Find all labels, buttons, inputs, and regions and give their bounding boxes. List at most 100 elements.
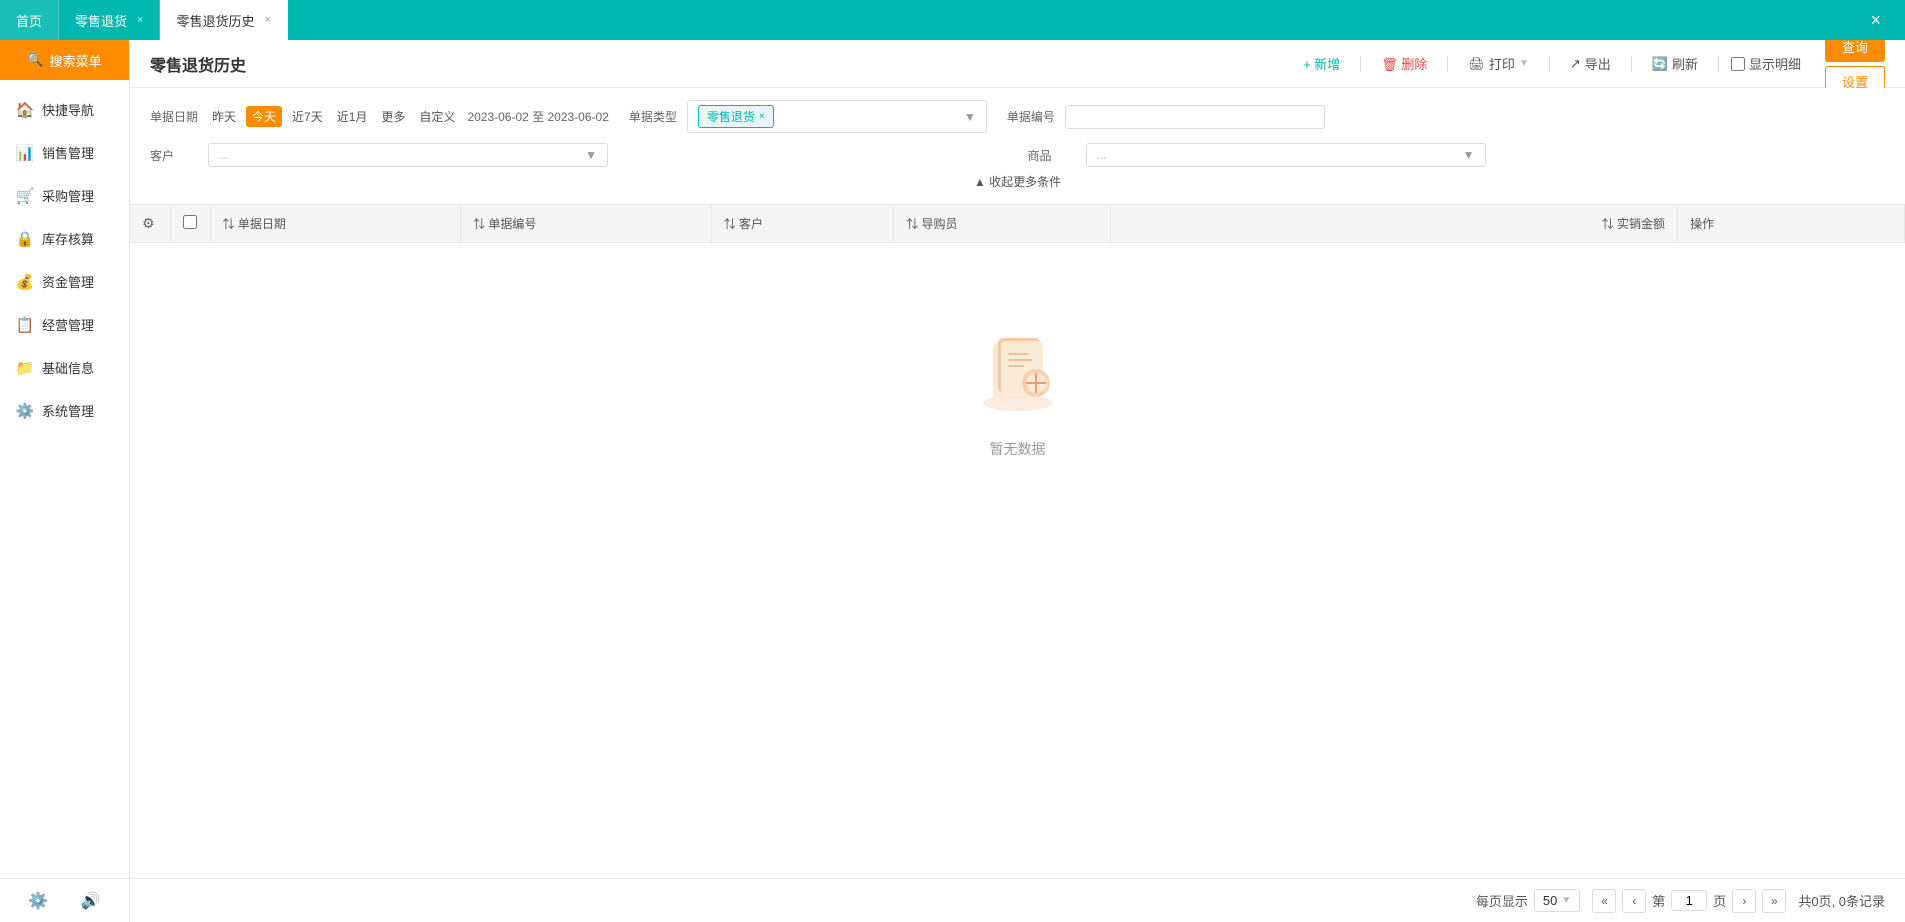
show-detail-label: 显示明细 — [1749, 54, 1801, 73]
table-header-row: ⚙ ⇅ 单据日期 ⇅ 单据编号 ⇅ 客户 — [130, 205, 1905, 243]
print-icon: 🖨 — [1468, 56, 1485, 72]
tag-label: 零售退货 — [707, 108, 755, 125]
search-icon: 🔍 — [27, 52, 43, 68]
sidebar-item-system-mgmt[interactable]: ⚙️ 系统管理 — [0, 389, 129, 432]
basic-info-icon: 📁 — [16, 359, 34, 377]
collapse-button[interactable]: ▲ 收起更多条件 — [150, 167, 1885, 192]
last-page-button[interactable]: » — [1762, 889, 1786, 913]
goods-filter-label: 商品 — [1028, 147, 1078, 164]
th-date[interactable]: ⇅ 单据日期 — [210, 205, 461, 243]
type-tag-retail-return: 零售退货 × — [698, 105, 774, 128]
show-detail-checkbox-group: 显示明细 — [1731, 54, 1801, 73]
tab-retail-return-history-label: 零售退货历史 — [176, 11, 254, 30]
delete-button[interactable]: 🗑 删除 — [1373, 50, 1435, 77]
date-opt-today[interactable]: 今天 — [246, 106, 282, 127]
th-amount[interactable]: ⇅ 实销金额 — [1110, 205, 1677, 243]
sound-icon[interactable]: 🔊 — [81, 891, 101, 911]
page-size-label: 每页显示 — [1476, 891, 1528, 910]
date-range-display: 2023-06-02 至 2023-06-02 — [467, 108, 608, 125]
divider-3 — [1549, 56, 1550, 72]
tab-retail-return-label: 零售退货 — [75, 11, 127, 30]
type-select[interactable]: 零售退货 × ▼ — [687, 100, 987, 133]
tag-close-icon[interactable]: × — [759, 111, 765, 122]
query-button[interactable]: 查询 — [1825, 40, 1885, 62]
prev-page-button[interactable]: ‹ — [1622, 889, 1646, 913]
print-arrow-icon: ▼ — [1519, 58, 1529, 69]
table-header: ⚙ ⇅ 单据日期 ⇅ 单据编号 ⇅ 客户 — [130, 205, 1905, 243]
column-settings-icon[interactable]: ⚙ — [142, 215, 155, 231]
export-button[interactable]: ↗ 导出 — [1562, 50, 1619, 77]
tab-retail-return-history[interactable]: 零售退货历史 × — [160, 0, 287, 40]
table-area: ⚙ ⇅ 单据日期 ⇅ 单据编号 ⇅ 客户 — [130, 205, 1905, 878]
sidebar-search[interactable]: 🔍 搜索菜单 — [0, 40, 129, 80]
filter-area: 单据日期 昨天 今天 近7天 近1月 更多 自定义 2023-06-02 至 2… — [130, 88, 1905, 205]
refresh-icon: 🔄 — [1652, 56, 1668, 72]
refresh-button[interactable]: 🔄 刷新 — [1644, 50, 1706, 77]
goods-arrow-icon: ▼ — [1463, 148, 1475, 162]
date-opt-yesterday[interactable]: 昨天 — [208, 106, 240, 127]
content-area: 零售退货历史 + 新增 🗑 删除 🖨 打印 ▼ ↗ 导出 🔄 — [130, 40, 1905, 922]
date-opt-more[interactable]: 更多 — [377, 106, 409, 127]
tab-retail-return[interactable]: 零售退货 × — [59, 0, 160, 40]
type-filter-group: 单据类型 零售退货 × ▼ — [629, 100, 987, 133]
settings-bottom-icon[interactable]: ⚙️ — [28, 891, 48, 911]
th-customer-label: ⇅ 客户 — [724, 217, 763, 231]
page-title: 零售退货历史 — [150, 52, 246, 76]
divider-4 — [1631, 56, 1632, 72]
type-filter-label: 单据类型 — [629, 108, 679, 125]
sidebar-item-inventory[interactable]: 🔒 库存核算 — [0, 217, 129, 260]
tab-retail-return-close[interactable]: × — [137, 14, 143, 26]
window-close-button[interactable]: × — [1862, 10, 1889, 31]
customer-arrow-icon: ▼ — [585, 148, 597, 162]
show-detail-checkbox[interactable] — [1731, 57, 1745, 71]
total-info: 共0页, 0条记录 — [1798, 891, 1885, 910]
page-header: 零售退货历史 + 新增 🗑 删除 🖨 打印 ▼ ↗ 导出 🔄 — [130, 40, 1905, 88]
tab-retail-return-history-close[interactable]: × — [264, 14, 270, 26]
sidebar-item-inventory-label: 库存核算 — [42, 229, 94, 248]
sidebar-item-basic-info[interactable]: 📁 基础信息 — [0, 346, 129, 389]
sidebar-item-basic-info-label: 基础信息 — [42, 358, 94, 377]
next-page-button[interactable]: › — [1732, 889, 1756, 913]
sidebar-item-purchase-mgmt[interactable]: 🛒 采购管理 — [0, 174, 129, 217]
page-input[interactable] — [1671, 890, 1707, 911]
empty-text: 暂无数据 — [990, 439, 1046, 459]
home-icon: 🏠 — [16, 101, 34, 119]
select-all-checkbox[interactable] — [183, 215, 197, 229]
page-size-select-box[interactable]: 50 ▼ — [1534, 889, 1580, 912]
sidebar-item-finance[interactable]: 💰 资金管理 — [0, 260, 129, 303]
tab-home[interactable]: 首页 — [0, 0, 59, 40]
date-opt-last7[interactable]: 近7天 — [288, 106, 327, 127]
th-date-label: ⇅ 单据日期 — [223, 217, 286, 231]
th-settings: ⚙ — [130, 205, 170, 243]
sidebar-item-operations-label: 经营管理 — [42, 315, 94, 334]
filter-row-2: 客户 ... ▼ 商品 ... ▼ — [150, 143, 1885, 167]
doc-number-input[interactable] — [1065, 105, 1325, 129]
th-guide[interactable]: ⇅ 导购员 — [894, 205, 1111, 243]
system-icon: ⚙️ — [16, 402, 34, 420]
th-customer[interactable]: ⇅ 客户 — [711, 205, 894, 243]
purchase-icon: 🛒 — [16, 187, 34, 205]
sidebar-item-quick-nav-label: 快捷导航 — [42, 100, 94, 119]
sidebar-nav: 🏠 快捷导航 📊 销售管理 🛒 采购管理 🔒 库存核算 💰 资金管理 📋 — [0, 80, 129, 878]
goods-select[interactable]: ... ▼ — [1086, 143, 1486, 167]
date-opt-last-month[interactable]: 近1月 — [333, 106, 372, 127]
select-arrow-icon: ▼ — [964, 110, 976, 124]
sidebar-item-sales-mgmt[interactable]: 📊 销售管理 — [0, 131, 129, 174]
sales-icon: 📊 — [16, 144, 34, 162]
date-filter-group: 单据日期 昨天 今天 近7天 近1月 更多 自定义 2023-06-02 至 2… — [150, 106, 609, 127]
add-button[interactable]: + 新增 — [1295, 50, 1348, 77]
sidebar-item-quick-nav[interactable]: 🏠 快捷导航 — [0, 88, 129, 131]
type-tags: 零售退货 × — [698, 105, 774, 128]
goods-placeholder: ... — [1097, 148, 1107, 162]
sidebar-item-operations[interactable]: 📋 经营管理 — [0, 303, 129, 346]
customer-select[interactable]: ... ▼ — [208, 143, 608, 167]
divider-1 — [1360, 56, 1361, 72]
print-button[interactable]: 🖨 打印 ▼ — [1460, 50, 1536, 77]
th-number[interactable]: ⇅ 单据编号 — [461, 205, 712, 243]
date-opt-custom[interactable]: 自定义 — [415, 106, 459, 127]
doc-number-filter-group: 单据编号 — [1007, 105, 1325, 129]
th-guide-label: ⇅ 导购员 — [906, 217, 957, 231]
first-page-button[interactable]: « — [1592, 889, 1616, 913]
print-label: 打印 — [1489, 54, 1515, 73]
doc-number-label: 单据编号 — [1007, 108, 1057, 125]
